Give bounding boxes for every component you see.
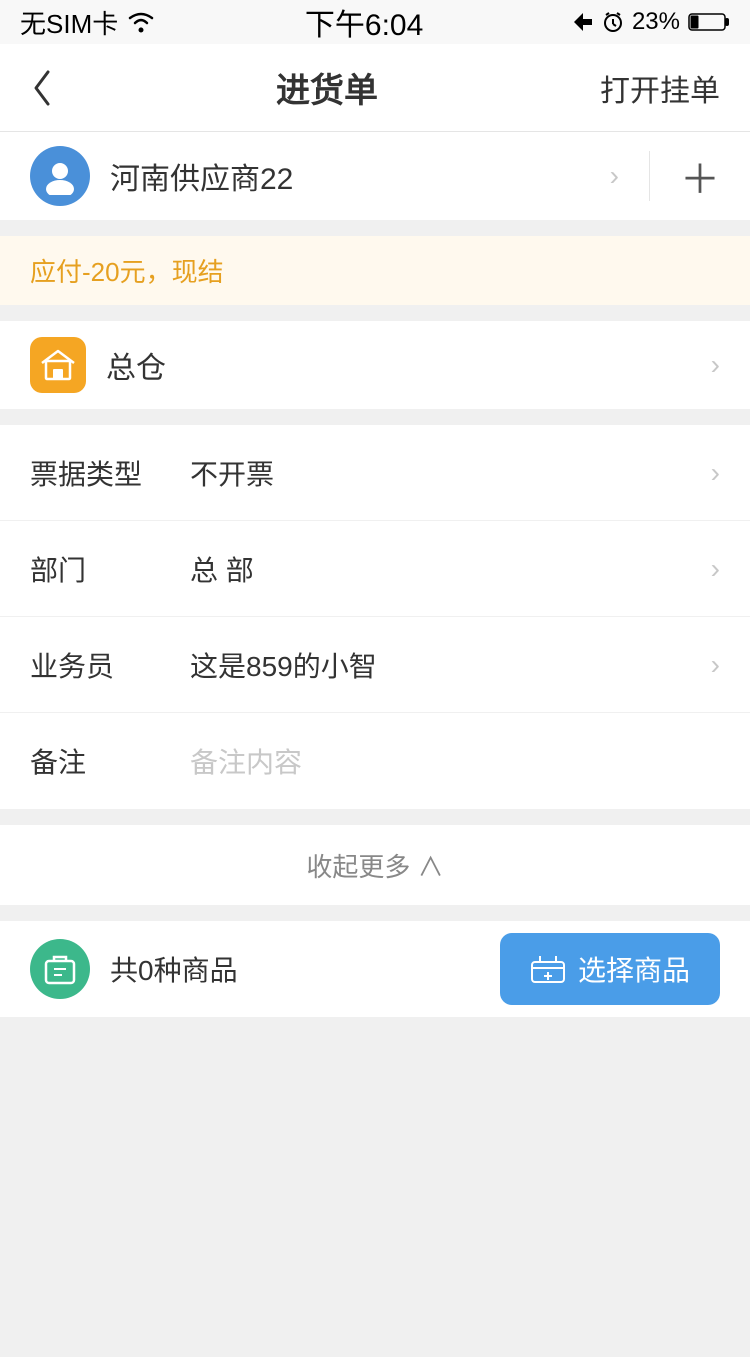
warehouse-name: 总仓 [106, 343, 711, 387]
status-bar: 无SIM卡 下午6:04 23% [0, 0, 750, 44]
warehouse-icon [30, 337, 86, 393]
status-left: 无SIM卡 [20, 4, 156, 41]
collapse-label: 收起更多 ∧ [306, 847, 443, 884]
page-title: 进货单 [276, 63, 378, 112]
status-time: 下午6:04 [305, 0, 423, 44]
open-pending-button[interactable]: 打开挂单 [600, 66, 720, 110]
invoice-label: 票据类型 [30, 453, 150, 493]
warehouse-arrow-icon: › [711, 349, 720, 381]
collapse-row[interactable]: 收起更多 ∧ [0, 825, 750, 905]
bottom-bar: 共0种商品 选择商品 [0, 921, 750, 1017]
status-right: 23% [572, 8, 730, 36]
product-count: 共0种商品 [110, 949, 500, 989]
location-icon [572, 11, 594, 33]
nav-bar: 进货单 打开挂单 [0, 44, 750, 132]
supplier-avatar [30, 146, 90, 206]
supplier-name: 河南供应商22 [110, 154, 610, 198]
product-icon [30, 939, 90, 999]
invoice-row[interactable]: 票据类型 不开票 › [0, 425, 750, 521]
invoice-arrow-icon: › [711, 457, 720, 489]
salesperson-value: 这是859的小智 [150, 645, 711, 685]
note-label: 备注 [30, 741, 150, 781]
select-product-button[interactable]: 选择商品 [500, 933, 720, 1005]
lower-area [0, 1017, 750, 1357]
cart-icon [530, 954, 566, 984]
add-supplier-button[interactable]: ＋ [680, 147, 720, 205]
note-input[interactable]: 备注内容 [150, 741, 720, 781]
signal-text: 无SIM卡 [20, 4, 118, 41]
supplier-row[interactable]: 河南供应商22 › ＋ [0, 132, 750, 220]
supplier-arrow-icon: › [610, 160, 619, 192]
supplier-divider [649, 151, 650, 201]
back-button[interactable] [30, 68, 54, 108]
dept-value: 总 部 [150, 549, 711, 589]
alarm-icon [602, 11, 624, 33]
warehouse-row[interactable]: 总仓 › [0, 321, 750, 409]
note-row[interactable]: 备注 备注内容 [0, 713, 750, 809]
form-card: 票据类型 不开票 › 部门 总 部 › 业务员 这是859的小智 › 备注 备注… [0, 425, 750, 809]
notice-bar: 应付-20元，现结 [0, 236, 750, 305]
dept-row[interactable]: 部门 总 部 › [0, 521, 750, 617]
dept-arrow-icon: › [711, 553, 720, 585]
notice-text: 应付-20元，现结 [30, 257, 224, 287]
warehouse-card: 总仓 › [0, 321, 750, 409]
dept-label: 部门 [30, 549, 150, 589]
battery-text: 23% [632, 8, 680, 36]
salesperson-arrow-icon: › [711, 649, 720, 681]
battery-icon [688, 11, 730, 33]
wifi-icon [126, 11, 156, 33]
invoice-value: 不开票 [150, 453, 711, 493]
supplier-card: 河南供应商22 › ＋ [0, 132, 750, 220]
salesperson-row[interactable]: 业务员 这是859的小智 › [0, 617, 750, 713]
salesperson-label: 业务员 [30, 645, 150, 685]
content: 河南供应商22 › ＋ 应付-20元，现结 总仓 › 票据类型 不 [0, 132, 750, 1357]
select-product-label: 选择商品 [578, 949, 690, 989]
